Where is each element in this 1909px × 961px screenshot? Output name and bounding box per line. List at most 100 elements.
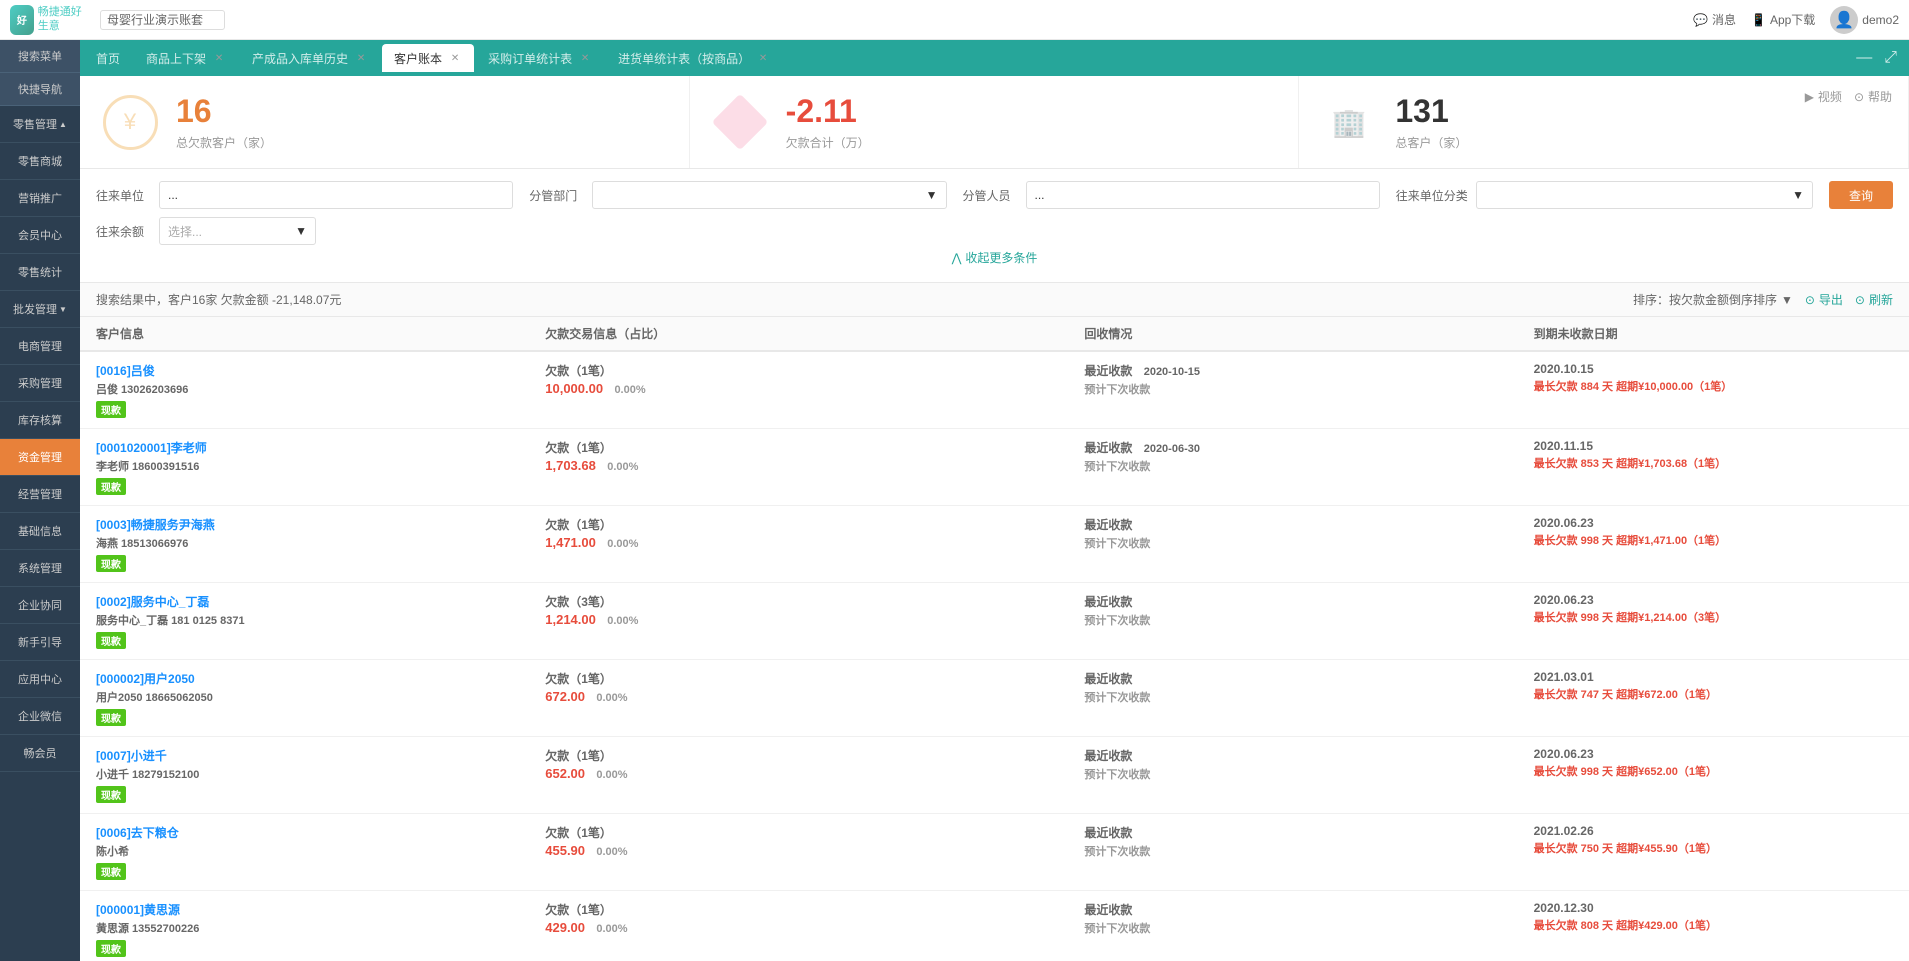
- customer-name-2[interactable]: [0003]畅捷服务尹海燕: [96, 516, 545, 533]
- sidebar-item-retail-mgmt[interactable]: 零售管理 ▲: [0, 106, 80, 143]
- debt-amount-7[interactable]: 429.00: [545, 920, 585, 935]
- customer-tag-0: 现款: [96, 401, 126, 418]
- debt-percent-6: 0.00%: [596, 846, 627, 858]
- tab-close-customer-account[interactable]: ✕: [448, 51, 462, 65]
- customer-name-0[interactable]: [0016]吕俊: [96, 362, 545, 379]
- sidebar-item-apps[interactable]: 应用中心: [0, 661, 80, 698]
- sidebar-item-retail-stats[interactable]: 零售统计: [0, 254, 80, 291]
- overdue-link-4[interactable]: 超期¥672.00（1笔）: [1616, 689, 1717, 701]
- sidebar-item-system[interactable]: 系统管理: [0, 550, 80, 587]
- tab-minimize-btn[interactable]: —: [1852, 47, 1876, 69]
- overdue-link-0[interactable]: 超期¥10,000.00（1笔）: [1616, 381, 1732, 393]
- debt-info-2: 欠款（1笔） 1,471.00 0.00%: [545, 516, 1084, 550]
- tab-customer-account[interactable]: 客户账本 ✕: [382, 44, 474, 72]
- sort-arrow-icon: ▼: [1781, 293, 1793, 307]
- sidebar-quick-nav[interactable]: 快捷导航: [0, 73, 80, 106]
- customer-name-5[interactable]: [0007]小进千: [96, 747, 545, 764]
- tab-product-shelf[interactable]: 商品上下架 ✕: [134, 44, 238, 72]
- debt-amount-4[interactable]: 672.00: [545, 689, 585, 704]
- debt-amount-5[interactable]: 652.00: [545, 766, 585, 781]
- sidebar-item-weixin[interactable]: 企业微信: [0, 698, 80, 735]
- stat-icon-building: 🏢: [1319, 92, 1379, 152]
- sidebar-item-member[interactable]: 会员中心: [0, 217, 80, 254]
- overdue-link-6[interactable]: 超期¥455.90（1笔）: [1616, 843, 1717, 855]
- balance-select[interactable]: 选择... ▼: [159, 217, 316, 245]
- customer-name-3[interactable]: [0002]服务中心_丁磊: [96, 593, 545, 610]
- user-avatar[interactable]: 👤 demo2: [1830, 6, 1899, 34]
- balance-label: 往来余额: [96, 223, 151, 240]
- page-content: ¥ 16 总欠款客户（家） -2.11 欠款合计（万）: [80, 76, 1909, 961]
- refresh-btn[interactable]: ⊙ 刷新: [1855, 291, 1893, 308]
- arrow-icon: ▲: [59, 120, 67, 129]
- tab-incoming-stats[interactable]: 进货单统计表（按商品） ✕: [606, 44, 782, 72]
- category-select[interactable]: ▼: [1476, 181, 1813, 209]
- tab-close-incoming-stats[interactable]: ✕: [756, 51, 770, 65]
- debt-amount-row-7: 429.00 0.00%: [545, 920, 1084, 935]
- tab-close-product-shelf[interactable]: ✕: [212, 51, 226, 65]
- manager-input[interactable]: ...: [1026, 181, 1380, 209]
- sidebar-item-operations[interactable]: 经营管理: [0, 476, 80, 513]
- sidebar-item-member2[interactable]: 畅会员: [0, 735, 80, 772]
- table-row: [0002]服务中心_丁磊 服务中心_丁磊 181 0125 8371 现款 欠…: [80, 583, 1909, 660]
- tab-close-purchase-order[interactable]: ✕: [578, 51, 592, 65]
- collapse-btn[interactable]: ⋀ 收起更多条件: [952, 249, 1038, 266]
- sidebar-item-marketing[interactable]: 营销推广: [0, 180, 80, 217]
- tab-home[interactable]: 首页: [84, 44, 132, 72]
- customer-name-4[interactable]: [000002]用户2050: [96, 670, 545, 687]
- sidebar-item-ecommerce[interactable]: 电商管理: [0, 328, 80, 365]
- date-info-1: 2020.11.15 最长欠款 853 天 超期¥1,703.68（1笔）: [1534, 439, 1893, 471]
- customer-tag-2: 现款: [96, 555, 126, 572]
- sidebar-item-retail-mall[interactable]: 零售商城: [0, 143, 80, 180]
- company-select[interactable]: 母婴行业演示账套: [100, 10, 225, 30]
- return-info-4: 最近收款 预计下次收款: [1084, 670, 1533, 705]
- debt-amount-row-6: 455.90 0.00%: [545, 843, 1084, 858]
- filter-row-1: 往来单位 ... 分管部门 ▼ 分管人员: [96, 181, 1893, 209]
- logo-area: 好 畅捷通好生意: [10, 5, 90, 35]
- filter-area: 往来单位 ... 分管部门 ▼ 分管人员: [80, 169, 1909, 283]
- dept-select[interactable]: ▼: [592, 181, 946, 209]
- customer-name-7[interactable]: [000001]黄思源: [96, 901, 545, 918]
- customer-tag-7: 现款: [96, 940, 126, 957]
- sidebar-search[interactable]: 搜索菜单: [0, 40, 80, 73]
- overdue-link-3[interactable]: 超期¥1,214.00（3笔）: [1616, 612, 1726, 624]
- tab-maximize-btn[interactable]: ⤢: [1880, 47, 1901, 69]
- sidebar-item-wholesale[interactable]: 批发管理 ▼: [0, 291, 80, 328]
- export-btn[interactable]: ⊙ 导出: [1805, 291, 1843, 308]
- overdue-link-2[interactable]: 超期¥1,471.00（1笔）: [1616, 535, 1726, 547]
- app-download-btn[interactable]: 📱 App下载: [1751, 11, 1815, 28]
- search-button[interactable]: 查询: [1829, 181, 1893, 209]
- message-btn[interactable]: 💬 消息: [1693, 11, 1736, 28]
- tab-purchase-order[interactable]: 采购订单统计表 ✕: [476, 44, 604, 72]
- stat-debt-customers-info: 16 总欠款客户（家）: [176, 93, 272, 151]
- tab-close-product-history[interactable]: ✕: [354, 51, 368, 65]
- debt-amount-1[interactable]: 1,703.68: [545, 458, 596, 473]
- help-btn[interactable]: ⊙ 帮助: [1854, 88, 1892, 105]
- overdue-link-1[interactable]: 超期¥1,703.68（1笔）: [1616, 458, 1726, 470]
- source-unit-input[interactable]: ...: [159, 181, 513, 209]
- debt-amount-row-5: 652.00 0.00%: [545, 766, 1084, 781]
- table-row: [000001]黄思源 黄思源 13552700226 现款 欠款（1笔） 42…: [80, 891, 1909, 961]
- sidebar-item-newbie[interactable]: 新手引导: [0, 624, 80, 661]
- debt-amount-0[interactable]: 10,000.00: [545, 381, 603, 396]
- debt-info-4: 欠款（1笔） 672.00 0.00%: [545, 670, 1084, 704]
- sort-select[interactable]: 排序：按欠款金额倒序排序 ▼: [1633, 291, 1793, 308]
- sidebar-item-enterprise[interactable]: 企业协同: [0, 587, 80, 624]
- sidebar-item-purchase[interactable]: 采购管理: [0, 365, 80, 402]
- sidebar-item-basic-info[interactable]: 基础信息: [0, 513, 80, 550]
- customer-tag-6: 现款: [96, 863, 126, 880]
- debt-amount-2[interactable]: 1,471.00: [545, 535, 596, 550]
- sidebar-item-finance[interactable]: 资金管理: [0, 439, 80, 476]
- overdue-link-7[interactable]: 超期¥429.00（1笔）: [1616, 920, 1717, 932]
- debt-amount-3[interactable]: 1,214.00: [545, 612, 596, 627]
- chevron-down-icon2: ▼: [1792, 188, 1804, 202]
- due-date-4: 2021.03.01: [1534, 670, 1893, 684]
- dept-filter: 分管部门 ▼: [529, 181, 946, 209]
- overdue-link-5[interactable]: 超期¥652.00（1笔）: [1616, 766, 1717, 778]
- sidebar-item-inventory[interactable]: 库存核算: [0, 402, 80, 439]
- customer-name-1[interactable]: [0001020001]李老师: [96, 439, 545, 456]
- debt-amount-6[interactable]: 455.90: [545, 843, 585, 858]
- view-btn[interactable]: ▶ 视频: [1805, 88, 1842, 105]
- customer-name-6[interactable]: [0006]去下粮仓: [96, 824, 545, 841]
- tab-product-history[interactable]: 产成品入库单历史 ✕: [240, 44, 380, 72]
- return-label-2: 最近收款: [1084, 516, 1533, 533]
